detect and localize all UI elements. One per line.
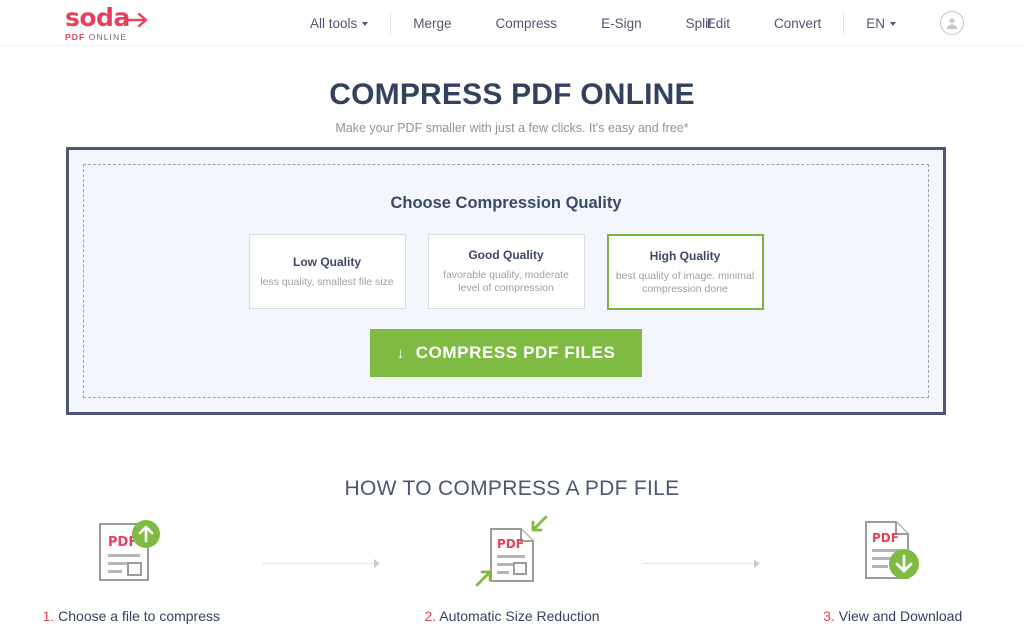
hero-section: COMPRESS PDF ONLINE Make your PDF smalle… bbox=[0, 46, 1024, 135]
language-selector[interactable]: EN bbox=[844, 16, 918, 31]
file-drop-inner: Choose Compression Quality Low Quality l… bbox=[83, 164, 929, 398]
quality-option-high-desc: best quality of image. minimal compressi… bbox=[615, 269, 755, 295]
howto-step-2: PDF 2. Automatic Size Reduction bbox=[381, 515, 644, 624]
connector-dots bbox=[643, 563, 755, 564]
compression-quality-heading: Choose Compression Quality bbox=[390, 194, 622, 212]
pdf-upload-icon: PDF bbox=[92, 515, 170, 587]
quality-option-low-desc: less quality, smallest file size bbox=[260, 275, 394, 288]
nav-item-compress[interactable]: Compress bbox=[474, 16, 580, 31]
pdf-compress-icon: PDF bbox=[473, 515, 551, 587]
nav-item-convert[interactable]: Convert bbox=[752, 16, 843, 31]
svg-text:PDF: PDF bbox=[497, 537, 524, 551]
quality-option-good-desc: favorable quality, moderate level of com… bbox=[443, 269, 569, 294]
howto-step-3-label: 3. View and Download bbox=[823, 608, 962, 624]
logo[interactable]: soda PDF ONLINE bbox=[65, 4, 149, 42]
howto-step-3-number: 3. bbox=[823, 608, 835, 624]
header-right-group: Edit Convert EN bbox=[685, 0, 964, 46]
compress-pdf-files-button[interactable]: ↓ COMPRESS PDF FILES bbox=[369, 329, 643, 377]
language-label: EN bbox=[866, 15, 885, 31]
howto-step-1-text: Choose a file to compress bbox=[58, 608, 220, 624]
compress-button-label: COMPRESS PDF FILES bbox=[415, 343, 616, 362]
page-subtitle: Make your PDF smaller with just a few cl… bbox=[335, 121, 689, 135]
nav-item-esign[interactable]: E-Sign bbox=[579, 16, 664, 31]
quality-option-good-title: Good Quality bbox=[468, 248, 544, 262]
quality-option-low-title: Low Quality bbox=[292, 254, 361, 269]
chevron-down-icon bbox=[890, 22, 896, 26]
logo-pdf-text: PDF bbox=[65, 32, 86, 42]
pdf-download-icon: PDF bbox=[854, 515, 932, 587]
cta-wrapper: ↓ COMPRESS PDF FILES bbox=[84, 329, 928, 377]
svg-text:PDF: PDF bbox=[872, 531, 899, 545]
connector-dots bbox=[262, 563, 374, 564]
nav-item-edit[interactable]: Edit bbox=[685, 16, 752, 31]
howto-heading: HOW TO COMPRESS A PDF FILE bbox=[344, 477, 680, 500]
howto-step-3-text: View and Download bbox=[838, 608, 963, 624]
nav-item-all-tools[interactable]: All tools bbox=[288, 16, 390, 31]
quality-option-group: Low Quality less quality, smallest file … bbox=[84, 234, 928, 310]
download-arrow-icon: ↓ bbox=[396, 344, 405, 362]
howto-step-1-label: 1. Choose a file to compress bbox=[43, 608, 220, 624]
file-drop-panel[interactable]: Choose Compression Quality Low Quality l… bbox=[66, 147, 946, 415]
page-title: COMPRESS PDF ONLINE bbox=[329, 78, 695, 111]
step-connector-2 bbox=[643, 559, 761, 568]
quality-option-high-title: High Quality bbox=[649, 248, 721, 263]
howto-step-1-number: 1. bbox=[42, 608, 55, 624]
howto-steps: PDF 1. Choose a file to compress PDF 2. … bbox=[0, 515, 1024, 624]
howto-step-3: PDF 3. View and Download bbox=[761, 515, 1024, 624]
nav-label-all-tools: All tools bbox=[310, 15, 358, 31]
user-avatar-icon[interactable] bbox=[940, 11, 964, 35]
site-header: soda PDF ONLINE All tools Merge Compress… bbox=[0, 0, 1024, 46]
howto-step-2-number: 2. bbox=[424, 608, 437, 624]
quality-option-low[interactable]: Low Quality less quality, smallest file … bbox=[248, 234, 406, 309]
main-navigation: All tools Merge Compress E-Sign Split bbox=[288, 0, 734, 46]
logo-wordmark: soda bbox=[65, 4, 149, 31]
step-connector-1 bbox=[262, 559, 381, 568]
arrow-right-icon bbox=[373, 559, 380, 568]
howto-step-2-label: 2. Automatic Size Reduction bbox=[424, 608, 599, 624]
howto-step-1: PDF 1. Choose a file to compress bbox=[0, 515, 263, 624]
howto-step-2-text: Automatic Size Reduction bbox=[439, 608, 600, 624]
nav-item-merge[interactable]: Merge bbox=[391, 16, 473, 31]
chevron-down-icon bbox=[362, 22, 369, 26]
arrow-right-icon bbox=[127, 6, 149, 31]
logo-text: soda bbox=[65, 3, 130, 32]
quality-option-high[interactable]: High Quality best quality of image. mini… bbox=[606, 234, 764, 310]
logo-online-text: ONLINE bbox=[88, 32, 128, 42]
arrow-right-icon bbox=[754, 559, 761, 568]
logo-tagline: PDF ONLINE bbox=[65, 32, 149, 42]
quality-option-good[interactable]: Good Quality favorable quality, moderate… bbox=[427, 234, 585, 309]
